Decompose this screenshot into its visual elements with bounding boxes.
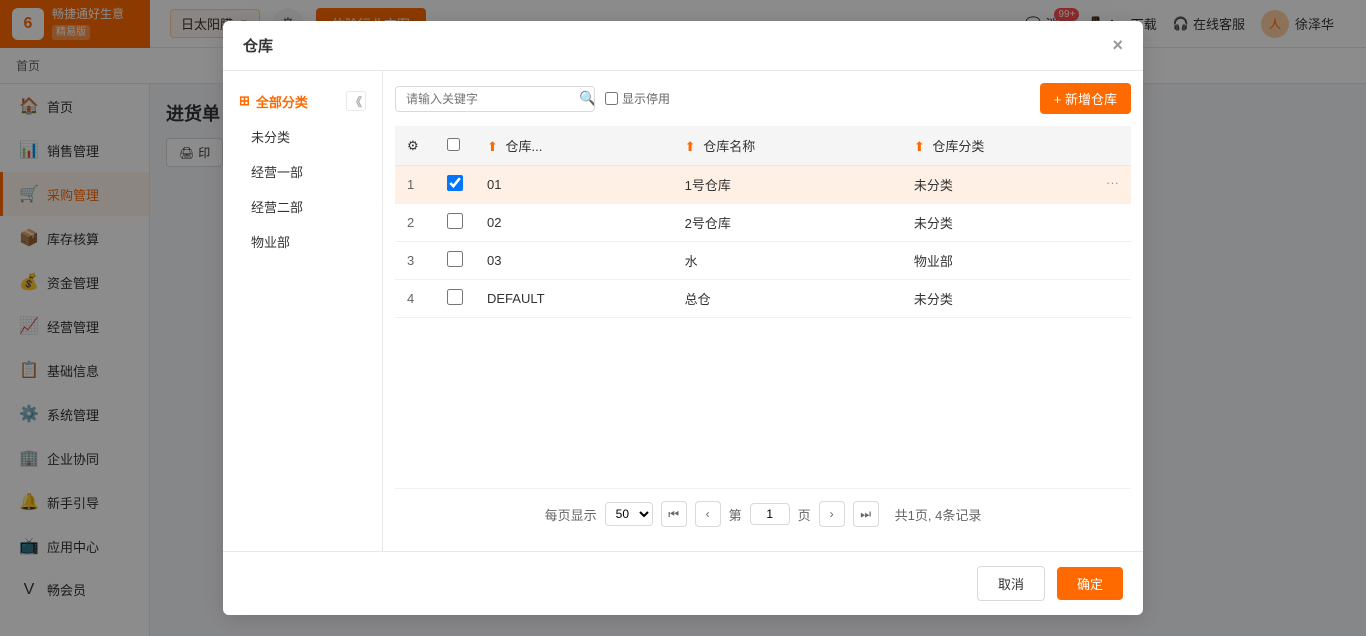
row-checkbox[interactable] [447, 175, 463, 191]
row-num: 1 [395, 166, 435, 204]
sort-icon: ⬆ [487, 139, 498, 154]
pagination: 每页显示 50 ⏮ ‹ 第 页 › ⏭ 共1页, 4条记录 [395, 488, 1131, 539]
row-checkbox-cell [435, 242, 475, 280]
row-checkbox[interactable] [447, 251, 463, 267]
warehouse-search-box: 🔍 [395, 86, 595, 112]
table-row[interactable]: 1 01 1号仓库 未分类 ··· [395, 166, 1131, 204]
sort-icon-name: ⬆ [685, 139, 696, 154]
page-next-button[interactable]: › [819, 501, 845, 527]
page-total-label: 共1页, 4条记录 [895, 505, 982, 524]
row-checkbox-cell [435, 166, 475, 204]
row-num: 4 [395, 280, 435, 318]
modal-header: 仓库 × [223, 21, 1143, 71]
modal-body: ⊞ 全部分类 《 未分类 经营一部 经营二部 物业部 🔍 显示停用 + 新增仓库 [223, 71, 1143, 551]
col-checkbox [435, 126, 475, 166]
category-panel: ⊞ 全部分类 《 未分类 经营一部 经营二部 物业部 [223, 71, 383, 551]
warehouse-table-container: ⚙ ⬆ 仓库... ⬆ 仓库名称 [395, 126, 1131, 480]
add-warehouse-button[interactable]: + 新增仓库 [1040, 83, 1131, 114]
page-unit-label: 页 [798, 505, 811, 524]
table-row[interactable]: 2 02 2号仓库 未分类 [395, 204, 1131, 242]
row-category: 物业部 [902, 242, 1131, 280]
modal-close-button[interactable]: × [1112, 35, 1123, 56]
row-category: 未分类 [902, 204, 1131, 242]
col-code-header: ⬆ 仓库... [475, 126, 673, 166]
table-row[interactable]: 3 03 水 物业部 [395, 242, 1131, 280]
page-number-input[interactable] [750, 503, 790, 525]
page-first-button[interactable]: ⏮ [661, 501, 687, 527]
modal-title: 仓库 [243, 35, 273, 56]
category-item-3[interactable]: 物业部 [223, 224, 382, 259]
row-code: 01 [475, 166, 673, 204]
show-disabled-checkbox[interactable] [605, 92, 618, 105]
category-all-label: 全部分类 [256, 92, 308, 111]
page-prev-button[interactable]: ‹ [695, 501, 721, 527]
row-name: 1号仓库 [673, 166, 902, 204]
sort-icon-cat: ⬆ [914, 139, 925, 154]
row-more-button[interactable]: ··· [1106, 175, 1119, 190]
search-icon: 🔍 [571, 90, 595, 107]
table-header-row: ⚙ ⬆ 仓库... ⬆ 仓库名称 [395, 126, 1131, 166]
category-item-2[interactable]: 经营二部 [223, 189, 382, 224]
cancel-button[interactable]: 取消 [977, 566, 1045, 601]
row-checkbox[interactable] [447, 213, 463, 229]
per-page-label: 每页显示 [545, 505, 597, 524]
row-name: 2号仓库 [673, 204, 902, 242]
col-settings: ⚙ [395, 126, 435, 166]
row-code: DEFAULT [475, 280, 673, 318]
row-name: 总仓 [673, 280, 902, 318]
table-row[interactable]: 4 DEFAULT 总仓 未分类 [395, 280, 1131, 318]
row-checkbox-cell [435, 204, 475, 242]
warehouse-toolbar: 🔍 显示停用 + 新增仓库 [395, 83, 1131, 114]
row-code: 03 [475, 242, 673, 280]
row-num: 3 [395, 242, 435, 280]
page-prefix-label: 第 [729, 505, 742, 524]
row-category: 未分类 [902, 280, 1131, 318]
row-category: 未分类 ··· [902, 166, 1131, 204]
show-disabled-label: 显示停用 [605, 90, 670, 107]
category-collapse-button[interactable]: 《 [346, 91, 366, 111]
col-category-header: ⬆ 仓库分类 [902, 126, 1131, 166]
col-name-header: ⬆ 仓库名称 [673, 126, 902, 166]
row-checkbox[interactable] [447, 289, 463, 305]
warehouse-search-input[interactable] [396, 87, 571, 111]
category-item-0[interactable]: 未分类 [223, 119, 382, 154]
confirm-button[interactable]: 确定 [1057, 567, 1123, 600]
per-page-select[interactable]: 50 [605, 502, 653, 526]
row-num: 2 [395, 204, 435, 242]
category-item-1[interactable]: 经营一部 [223, 154, 382, 189]
grid-icon: ⊞ [239, 93, 250, 109]
warehouse-panel: 🔍 显示停用 + 新增仓库 ⚙ [383, 71, 1143, 551]
select-all-checkbox[interactable] [447, 138, 460, 151]
row-name: 水 [673, 242, 902, 280]
warehouse-modal: 仓库 × ⊞ 全部分类 《 未分类 经营一部 经营二部 物业部 🔍 [223, 21, 1143, 615]
row-code: 02 [475, 204, 673, 242]
category-all-header[interactable]: ⊞ 全部分类 《 [223, 83, 382, 119]
row-checkbox-cell [435, 280, 475, 318]
warehouse-table: ⚙ ⬆ 仓库... ⬆ 仓库名称 [395, 126, 1131, 318]
modal-footer: 取消 确定 [223, 551, 1143, 615]
page-last-button[interactable]: ⏭ [853, 501, 879, 527]
